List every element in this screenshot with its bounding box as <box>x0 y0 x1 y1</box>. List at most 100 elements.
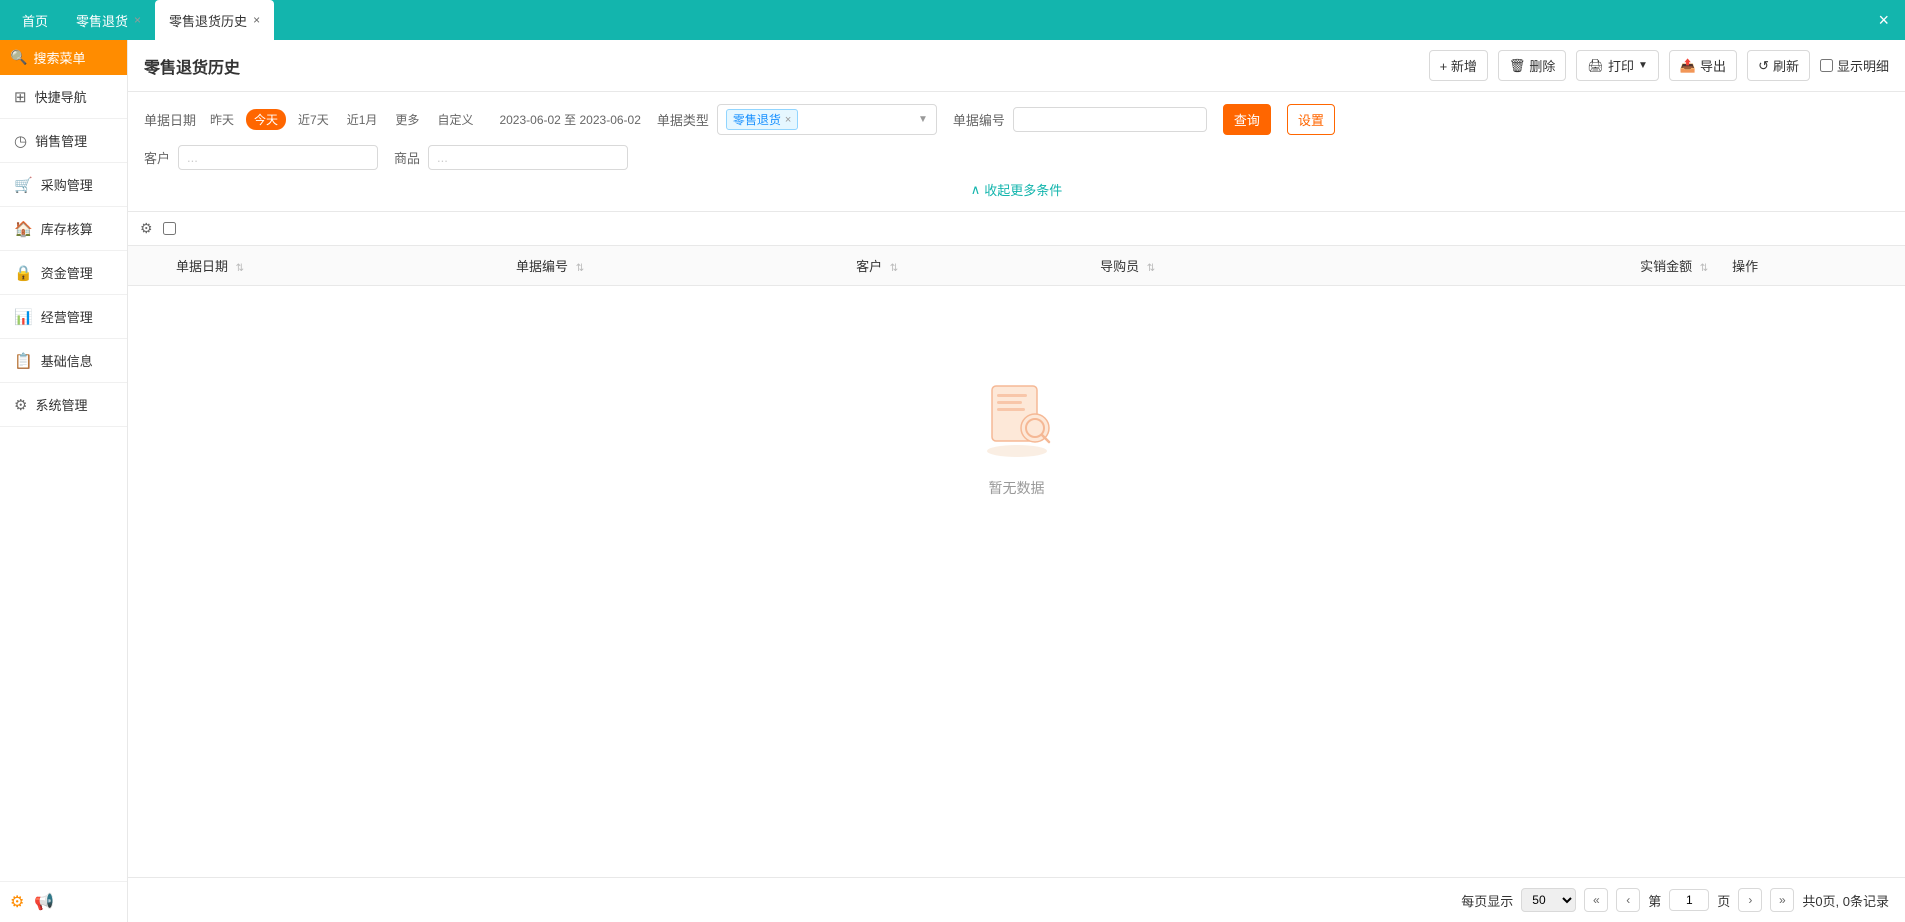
print-button-label: 打印 <box>1608 56 1634 75</box>
sidebar-speaker-button[interactable]: 📢 <box>34 892 54 912</box>
type-filter-tag-remove[interactable]: × <box>785 114 791 126</box>
delete-button[interactable]: 🗑 删除 <box>1498 50 1567 81</box>
customer-filter-label: 客户 <box>144 148 170 167</box>
show-detail-checkbox-label[interactable]: 显示明细 <box>1820 56 1889 75</box>
sidebar-search[interactable]: 🔍 搜索菜单 <box>0 40 127 75</box>
search-icon: 🔍 <box>10 49 27 66</box>
table-toolbar: ⚙ <box>128 212 1905 246</box>
date-btn-yesterday[interactable]: 昨天 <box>204 109 240 130</box>
settings-button[interactable]: 设置 <box>1287 104 1335 135</box>
pagination-next-button[interactable]: › <box>1738 888 1762 912</box>
export-button[interactable]: 📤 导出 <box>1669 50 1737 81</box>
type-filter-field: 单据类型 零售退货 × ▼ <box>657 104 937 135</box>
new-button-label: + 新增 <box>1440 56 1477 75</box>
refresh-button[interactable]: ↺ 刷新 <box>1747 50 1810 81</box>
pagination-last-button[interactable]: » <box>1770 888 1794 912</box>
date-filters: 昨天 今天 近7天 近1月 更多 自定义 <box>204 109 479 130</box>
date-btn-custom[interactable]: 自定义 <box>431 109 479 130</box>
th-amount-label: 实销金额 <box>1640 259 1692 274</box>
sidebar-item-sales-mgmt[interactable]: ◷ 销售管理 <box>0 119 127 163</box>
system-mgmt-icon: ⚙ <box>14 396 27 414</box>
goods-filter-input[interactable]: ... <box>428 145 628 170</box>
table-select-all-checkbox[interactable] <box>163 222 176 235</box>
date-btn-today[interactable]: 今天 <box>246 109 286 130</box>
th-customer[interactable]: 客户 ⇅ <box>844 246 1088 286</box>
sidebar-item-purchase-mgmt-label: 采购管理 <box>41 175 93 194</box>
pagination-first-button[interactable]: « <box>1584 888 1608 912</box>
date-btn-1month[interactable]: 近1月 <box>341 109 384 130</box>
filter-row-2: 客户 ... 商品 ... <box>144 145 1889 170</box>
tab-retail-return-history[interactable]: 零售退货历史 × <box>155 0 274 40</box>
tab-retail-return-history-close[interactable]: × <box>253 13 260 27</box>
type-filter-arrow: ▼ <box>918 114 928 125</box>
sidebar-item-finance-mgmt[interactable]: 🔒 资金管理 <box>0 251 127 295</box>
date-range-field: 2023-06-02 至 2023-06-02 <box>495 111 640 128</box>
empty-state: 暂无数据 <box>128 286 1905 578</box>
date-range-value: 2023-06-02 至 2023-06-02 <box>499 111 640 128</box>
date-btn-7days[interactable]: 近7天 <box>292 109 335 130</box>
tab-retail-return[interactable]: 零售退货 × <box>62 0 155 40</box>
window-close-button[interactable]: × <box>1870 10 1897 31</box>
query-button-label: 查询 <box>1234 110 1260 129</box>
th-amount[interactable]: 实销金额 ⇅ <box>1380 246 1720 286</box>
top-bar: 首页 零售退货 × 零售退货历史 × × <box>0 0 1905 40</box>
customer-filter-input[interactable]: ... <box>178 145 378 170</box>
delete-icon: 🗑 <box>1509 58 1526 74</box>
print-icon: 🖨 <box>1587 58 1604 74</box>
th-amount-sort-icon: ⇅ <box>1700 263 1708 274</box>
new-button[interactable]: + 新增 <box>1429 50 1488 81</box>
delete-button-label: 删除 <box>1529 56 1555 75</box>
table-settings-icon[interactable]: ⚙ <box>140 220 153 237</box>
type-filter-select[interactable]: 零售退货 × ▼ <box>717 104 937 135</box>
pagination-prev-button[interactable]: ‹ <box>1616 888 1640 912</box>
purchase-mgmt-icon: 🛒 <box>14 176 33 194</box>
pagination-bar: 每页显示 10 20 50 100 « ‹ 第 页 › » 共0页, 0条记录 <box>128 877 1905 922</box>
print-button[interactable]: 🖨 打印 ▼ <box>1576 50 1658 81</box>
sidebar-item-inventory-label: 库存核算 <box>41 219 93 238</box>
collapse-button[interactable]: ∧ 收起更多条件 <box>971 180 1063 199</box>
sidebar-item-operations-mgmt[interactable]: 📊 经营管理 <box>0 295 127 339</box>
collapse-label: 收起更多条件 <box>984 180 1062 199</box>
page-label: 第 <box>1648 891 1661 910</box>
sidebar: 🔍 搜索菜单 ⊞ 快捷导航 ◷ 销售管理 🛒 采购管理 🏠 库存核算 🔒 资 <box>0 40 128 922</box>
sidebar-item-operations-mgmt-label: 经营管理 <box>41 307 93 326</box>
filter-row-1: 单据日期 昨天 今天 近7天 近1月 更多 自定义 2023-06-02 至 2… <box>144 104 1889 135</box>
th-number-sort-icon: ⇅ <box>576 263 584 274</box>
type-filter-label: 单据类型 <box>657 110 709 129</box>
sales-mgmt-icon: ◷ <box>14 132 27 150</box>
th-date[interactable]: 单据日期 ⇅ <box>164 246 504 286</box>
sidebar-item-quick-nav[interactable]: ⊞ 快捷导航 <box>0 75 127 119</box>
type-filter-tag: 零售退货 × <box>726 109 798 130</box>
customer-filter-field: 客户 ... <box>144 145 378 170</box>
sidebar-item-basic-info-label: 基础信息 <box>41 351 93 370</box>
settings-button-label: 设置 <box>1298 110 1324 129</box>
sidebar-item-basic-info[interactable]: 📋 基础信息 <box>0 339 127 383</box>
collapse-icon: ∧ <box>971 182 981 198</box>
th-guide[interactable]: 导购员 ⇅ <box>1088 246 1380 286</box>
goods-filter-field: 商品 ... <box>394 145 628 170</box>
th-guide-label: 导购员 <box>1100 259 1139 274</box>
query-button[interactable]: 查询 <box>1223 104 1271 135</box>
sidebar-item-inventory[interactable]: 🏠 库存核算 <box>0 207 127 251</box>
page-title: 零售退货历史 <box>144 54 240 78</box>
th-number[interactable]: 单据编号 ⇅ <box>504 246 844 286</box>
page-size-select[interactable]: 10 20 50 100 <box>1521 888 1576 912</box>
sidebar-item-system-mgmt[interactable]: ⚙ 系统管理 <box>0 383 127 427</box>
sidebar-item-purchase-mgmt[interactable]: 🛒 采购管理 <box>0 163 127 207</box>
sidebar-search-label: 搜索菜单 <box>33 48 85 67</box>
date-filter-field: 单据日期 昨天 今天 近7天 近1月 更多 自定义 <box>144 109 479 130</box>
export-button-label: 导出 <box>1700 56 1726 75</box>
empty-text: 暂无数据 <box>989 478 1045 498</box>
tab-home[interactable]: 首页 <box>8 0 62 40</box>
sidebar-settings-button[interactable]: ⚙ <box>10 892 24 912</box>
filter-area: 单据日期 昨天 今天 近7天 近1月 更多 自定义 2023-06-02 至 2… <box>128 92 1905 212</box>
page-input[interactable] <box>1669 889 1709 911</box>
th-guide-sort-icon: ⇅ <box>1147 263 1155 274</box>
page-size-label: 每页显示 <box>1461 891 1513 910</box>
tab-retail-return-close[interactable]: × <box>134 13 141 27</box>
show-detail-checkbox[interactable] <box>1820 59 1833 72</box>
header-actions: + 新增 🗑 删除 🖨 打印 ▼ 📤 导出 <box>1429 50 1889 81</box>
date-btn-more[interactable]: 更多 <box>389 109 425 130</box>
voucher-filter-input[interactable] <box>1013 107 1207 132</box>
th-number-label: 单据编号 <box>516 259 568 274</box>
